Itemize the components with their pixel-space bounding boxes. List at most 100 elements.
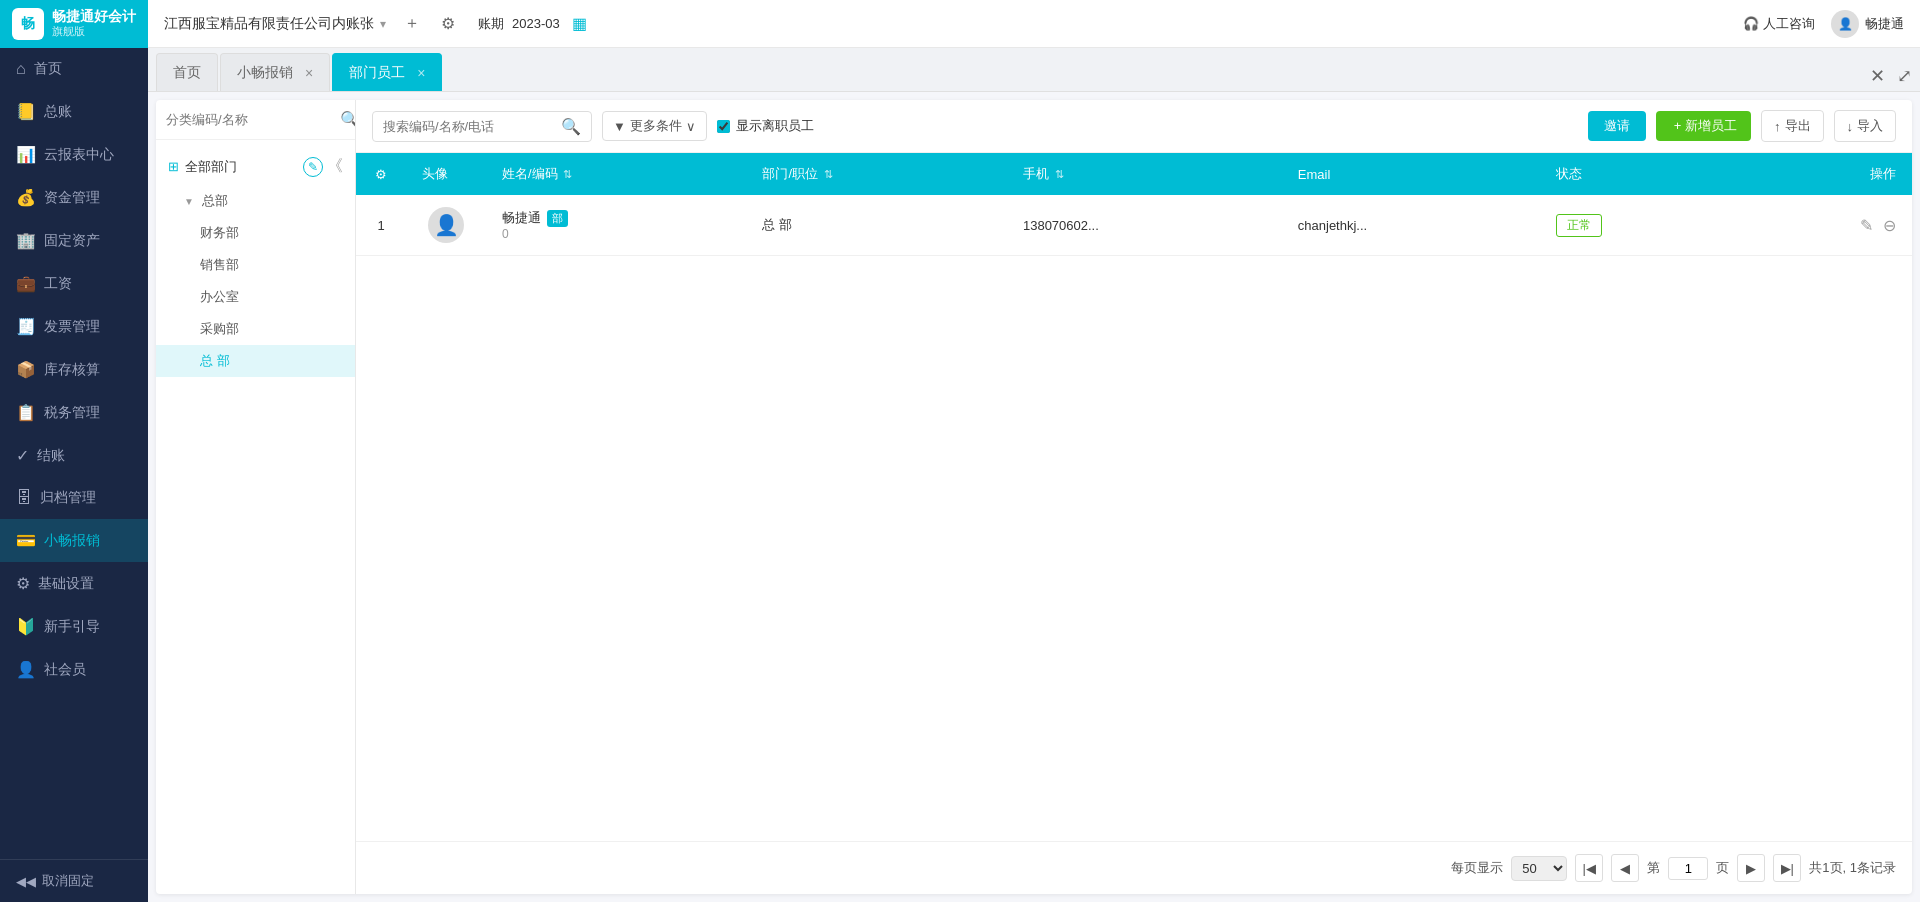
- dept-search-area: 🔍: [156, 100, 355, 140]
- avatar-cell: 👤: [406, 195, 486, 256]
- period-label: 账期: [478, 15, 504, 33]
- col-name[interactable]: 姓名/编码 ⇅: [486, 153, 746, 195]
- home-icon: ⌂: [16, 60, 26, 78]
- status-badge: 正常: [1556, 214, 1602, 237]
- sidebar-item-ledger[interactable]: 📒 总账: [0, 90, 148, 133]
- tab-home[interactable]: 首页: [156, 53, 218, 91]
- col-seq: ⚙: [356, 153, 406, 195]
- edit-employee-icon[interactable]: ✎: [1860, 216, 1873, 235]
- inventory-icon: 📦: [16, 360, 36, 379]
- settings-icon[interactable]: ⚙: [434, 10, 462, 38]
- tab-dept-close[interactable]: ×: [417, 65, 425, 81]
- sidebar-item-account[interactable]: 👤 社会员: [0, 648, 148, 691]
- prev-page-button[interactable]: ◀: [1611, 854, 1639, 882]
- add-employee-button[interactable]: + 新增员工: [1656, 111, 1751, 141]
- settings-col-icon[interactable]: ⚙: [375, 167, 387, 182]
- pagination: 每页显示 50 100 |◀ ◀ 第 页 ▶ ▶| 共1页, 1条记录: [356, 841, 1912, 894]
- sidebar-item-invoice[interactable]: 🧾 发票管理: [0, 305, 148, 348]
- dept-item-office[interactable]: 办公室: [156, 281, 355, 313]
- delete-employee-icon[interactable]: ⊖: [1883, 216, 1896, 235]
- search-icon[interactable]: 🔍: [561, 117, 581, 136]
- dept-sidebar: 🔍 ⊞ 全部部门 ✎ 《 ▼ 总: [156, 100, 356, 894]
- sidebar-item-salary[interactable]: 💼 工资: [0, 262, 148, 305]
- email-cell: chanjethkj...: [1282, 195, 1540, 256]
- dept-item-finance[interactable]: 财务部: [156, 217, 355, 249]
- user-area[interactable]: 👤 畅捷通: [1831, 10, 1904, 38]
- sidebar-item-settings[interactable]: ⚙ 基础设置: [0, 562, 148, 605]
- per-page-select[interactable]: 50 100: [1511, 856, 1567, 881]
- employee-search-input[interactable]: [383, 119, 555, 134]
- ledger-icon: 📒: [16, 102, 36, 121]
- grid-icon: ⊞: [168, 159, 179, 174]
- seq-cell: 1: [356, 195, 406, 256]
- show-resigned-checkbox[interactable]: [717, 120, 730, 133]
- tab-bar-actions: ✕ ⤢: [1870, 65, 1912, 91]
- first-page-button[interactable]: |◀: [1575, 854, 1603, 882]
- total-records: 共1页, 1条记录: [1809, 859, 1896, 877]
- capital-icon: 💰: [16, 188, 36, 207]
- calendar-icon[interactable]: ▦: [572, 14, 587, 33]
- cancel-fixed-button[interactable]: ◀◀ 取消固定: [0, 859, 148, 902]
- col-actions: 操作: [1739, 153, 1912, 195]
- tab-bar: 首页 小畅报销 × 部门员工 × ✕ ⤢: [148, 48, 1920, 92]
- logo-sub: 旗舰版: [52, 24, 136, 39]
- status-cell: 正常: [1540, 195, 1739, 256]
- sidebar-item-archive[interactable]: 🗄 归档管理: [0, 477, 148, 519]
- sort-phone-icon: ⇅: [1055, 168, 1064, 180]
- dept-badge: 部: [547, 210, 568, 227]
- next-page-button[interactable]: ▶: [1737, 854, 1765, 882]
- export-button[interactable]: ↑ 导出: [1761, 110, 1824, 142]
- dept-item-general[interactable]: 总 部: [156, 345, 355, 377]
- sidebar-item-expense[interactable]: 💳 小畅报销: [0, 519, 148, 562]
- dept-search-input[interactable]: [166, 112, 334, 127]
- col-avatar: 头像: [406, 153, 486, 195]
- salary-icon: 💼: [16, 274, 36, 293]
- add-tab-button[interactable]: ＋: [398, 10, 426, 38]
- import-button[interactable]: ↓ 导入: [1834, 110, 1897, 142]
- edit-dept-icon[interactable]: ✎: [303, 157, 323, 177]
- sidebar-item-checkout[interactable]: ✓ 结账: [0, 434, 148, 477]
- employee-table: ⚙ 头像 姓名/编码 ⇅ 部门/职位 ⇅: [356, 153, 1912, 256]
- sidebar-item-tax[interactable]: 📋 税务管理: [0, 391, 148, 434]
- expense-icon: 💳: [16, 531, 36, 550]
- company-selector[interactable]: 江西服宝精品有限责任公司内账张 ▾: [164, 15, 386, 33]
- dept-item-root[interactable]: ▼ 总部: [156, 185, 355, 217]
- name-code-cell: 畅捷通 部 0: [486, 195, 746, 256]
- service-button[interactable]: 🎧 人工咨询: [1743, 15, 1815, 33]
- show-resigned-toggle[interactable]: 显示离职员工: [717, 117, 814, 135]
- tab-expense-close[interactable]: ×: [305, 65, 313, 81]
- col-dept[interactable]: 部门/职位 ⇅: [746, 153, 1006, 195]
- top-header: 畅 畅捷通好会计 旗舰版 江西服宝精品有限责任公司内账张 ▾ ＋ ⚙ 账期 20…: [0, 0, 1920, 48]
- tab-expense[interactable]: 小畅报销 ×: [220, 53, 330, 91]
- logo-text-area: 畅捷通好会计 旗舰版: [52, 8, 136, 40]
- employee-code: 0: [502, 227, 730, 241]
- sidebar-item-capital[interactable]: 💰 资金管理: [0, 176, 148, 219]
- page-label: 第: [1647, 859, 1660, 877]
- sidebar-item-reports[interactable]: 📊 云报表中心: [0, 133, 148, 176]
- sidebar-item-assets[interactable]: 🏢 固定资产: [0, 219, 148, 262]
- right-panel: 🔍 ▼ 更多条件 ∨ 显示离职员工 邀请: [356, 100, 1912, 894]
- expand-button[interactable]: ⤢: [1897, 65, 1912, 87]
- chevron-down-icon: ▾: [380, 17, 386, 31]
- search-icon[interactable]: 🔍: [340, 110, 356, 129]
- dept-item-purchase[interactable]: 采购部: [156, 313, 355, 345]
- tab-dept[interactable]: 部门员工 ×: [332, 53, 442, 91]
- sidebar-item-guide[interactable]: 🔰 新手引导: [0, 605, 148, 648]
- search-box[interactable]: 🔍: [372, 111, 592, 142]
- period-value: 2023-03: [512, 16, 560, 31]
- more-filter-button[interactable]: ▼ 更多条件 ∨: [602, 111, 707, 141]
- content-area: 首页 小畅报销 × 部门员工 × ✕ ⤢ 🔍: [148, 48, 1920, 902]
- sidebar-item-inventory[interactable]: 📦 库存核算: [0, 348, 148, 391]
- col-phone[interactable]: 手机 ⇅: [1007, 153, 1282, 195]
- reports-icon: 📊: [16, 145, 36, 164]
- logo-title: 畅捷通好会计: [52, 8, 136, 25]
- page-number-input[interactable]: [1668, 857, 1708, 880]
- dept-item-sales[interactable]: 销售部: [156, 249, 355, 281]
- chevron-filter-icon: ∨: [686, 119, 696, 134]
- sidebar-item-home[interactable]: ⌂ 首页: [0, 48, 148, 90]
- collapse-icon[interactable]: 《: [327, 156, 343, 177]
- avatar: 👤: [428, 207, 464, 243]
- invite-button[interactable]: 邀请: [1588, 111, 1646, 141]
- last-page-button[interactable]: ▶|: [1773, 854, 1801, 882]
- close-panel-button[interactable]: ✕: [1870, 65, 1885, 87]
